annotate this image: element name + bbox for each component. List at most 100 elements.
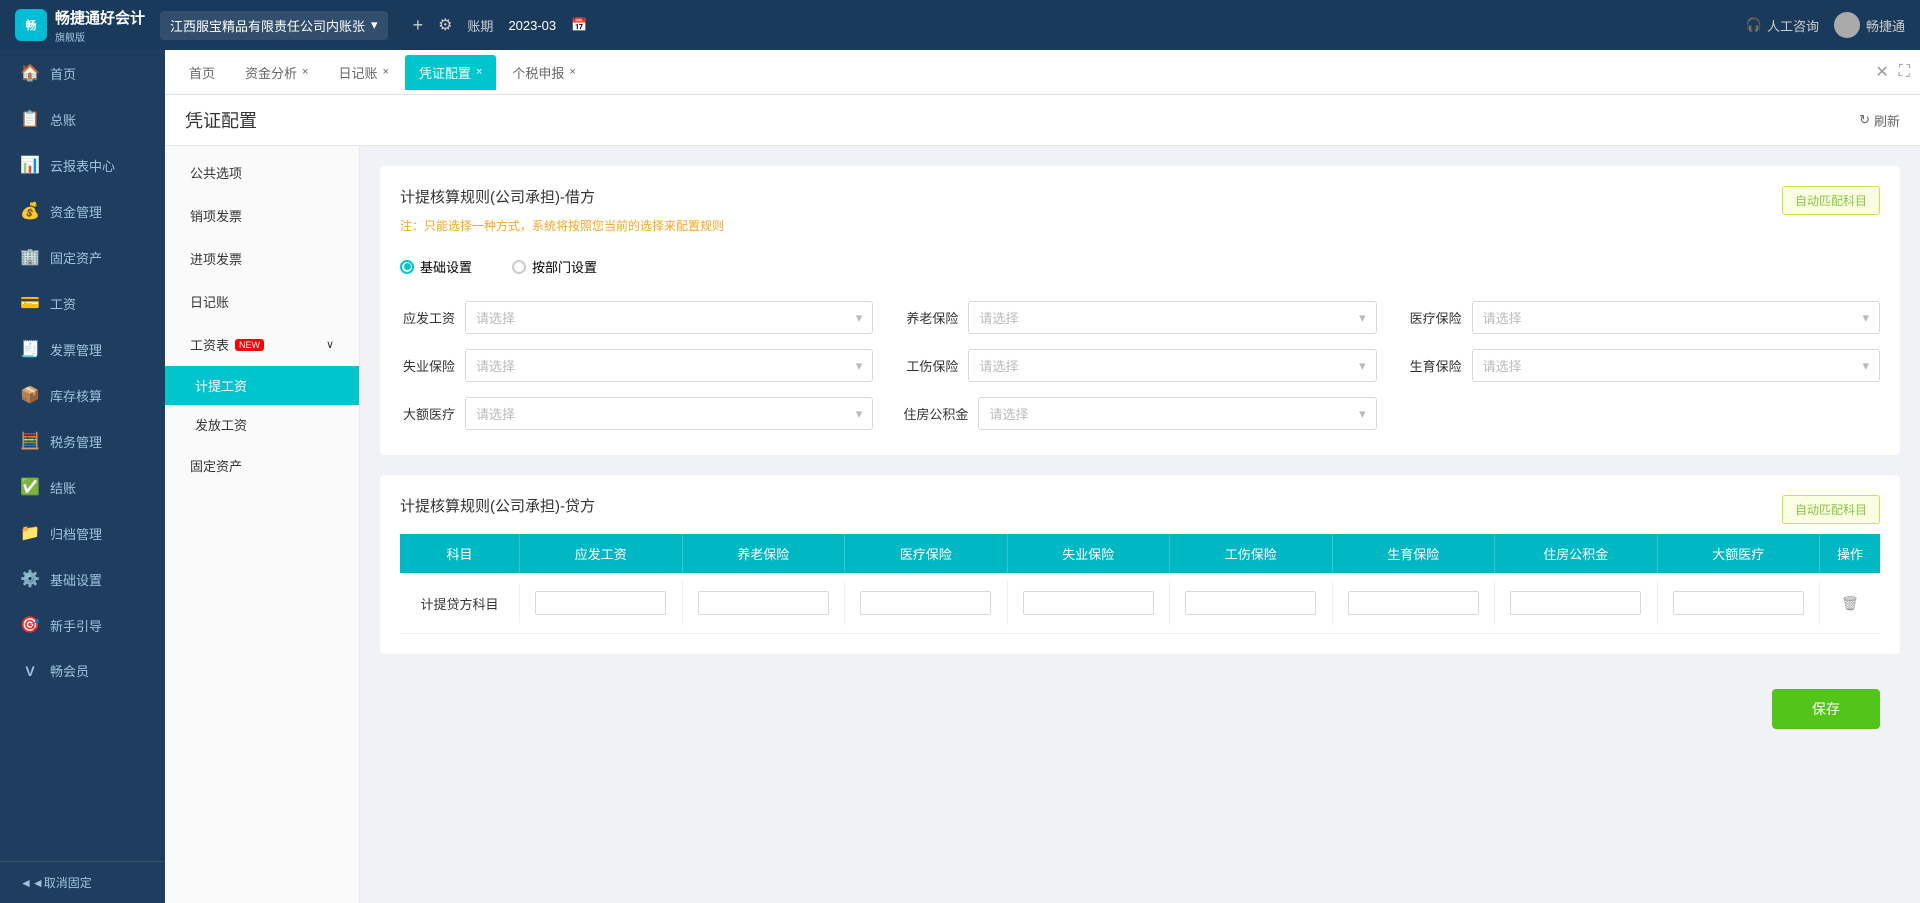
- service-button[interactable]: 🎧 人工咨询: [1746, 16, 1819, 35]
- left-nav-payroll-payment[interactable]: 发放工资: [165, 405, 359, 444]
- label-yingfa: 应发工资: [400, 308, 455, 327]
- tab-tax[interactable]: 个税申报 ×: [498, 55, 589, 90]
- sidebar-item-closing[interactable]: ✅ 结账: [0, 464, 165, 510]
- left-nav-payroll[interactable]: 工资表 NEW ∨: [165, 323, 359, 366]
- page-title: 凭证配置: [185, 107, 257, 133]
- tab-finance-analysis[interactable]: 资金分析 ×: [231, 55, 322, 90]
- add-button[interactable]: +: [413, 15, 424, 36]
- th-subject: 科目: [400, 534, 520, 573]
- sidebar-item-home[interactable]: 🏠 首页: [0, 50, 165, 96]
- label-yiliao: 医疗保险: [1407, 308, 1462, 327]
- select-gongjijin[interactable]: 请选择 ▾: [978, 397, 1376, 430]
- form-row-yanglao: 养老保险 请选择 ▾: [903, 301, 1376, 334]
- sidebar-item-tax[interactable]: 🧮 税务管理: [0, 418, 165, 464]
- input-gongshang[interactable]: [1185, 591, 1316, 615]
- sidebar-label-guide: 新手引导: [50, 616, 102, 635]
- left-nav-journal[interactable]: 日记账: [165, 280, 359, 323]
- tab-journal-close[interactable]: ×: [382, 66, 388, 78]
- select-yingfa-placeholder: 请选择: [476, 308, 515, 327]
- sidebar-label-finance: 资金管理: [50, 202, 102, 221]
- settings-nav-icon: ⚙️: [20, 569, 40, 589]
- td-yiliao-input: [845, 581, 1008, 625]
- save-button[interactable]: 保存: [1772, 689, 1880, 729]
- label-yanglao: 养老保险: [903, 308, 958, 327]
- select-gongshang[interactable]: 请选择 ▾: [968, 349, 1376, 382]
- select-shengyu[interactable]: 请选择 ▾: [1472, 349, 1880, 382]
- input-shengyu[interactable]: [1348, 591, 1479, 615]
- input-daeyiliao[interactable]: [1673, 591, 1804, 615]
- input-yingfa[interactable]: [535, 591, 666, 615]
- input-gongjijin[interactable]: [1510, 591, 1641, 615]
- sidebar-item-inventory[interactable]: 📦 库存核算: [0, 372, 165, 418]
- credit-section: 计提核算规则(公司承担)-贷方 自动匹配科目 科目 应发工资 养老保险 医疗保险…: [380, 475, 1900, 654]
- th-gongshang: 工伤保险: [1170, 534, 1333, 573]
- company-selector[interactable]: 江西服宝精品有限责任公司内账张 ▾: [160, 11, 388, 40]
- tab-home[interactable]: 首页: [175, 55, 229, 90]
- label-gongshang: 工伤保险: [903, 356, 958, 375]
- tab-voucher-config[interactable]: 凭证配置 ×: [405, 55, 496, 90]
- label-daeyiliao: 大额医疗: [400, 404, 455, 423]
- select-yingfa[interactable]: 请选择 ▾: [465, 301, 873, 334]
- td-action: 🗑: [1820, 585, 1880, 622]
- select-yiliao-placeholder: 请选择: [1483, 308, 1522, 327]
- tab-tax-label: 个税申报: [512, 63, 564, 82]
- auto-match-credit-button[interactable]: 自动匹配科目: [1782, 495, 1880, 524]
- th-gongjijin: 住房公积金: [1495, 534, 1658, 573]
- left-nav-fixed-assets[interactable]: 固定资产: [165, 444, 359, 487]
- input-yiliao[interactable]: [860, 591, 991, 615]
- delete-icon[interactable]: 🗑: [1841, 595, 1859, 611]
- chevron-yiliao-icon: ▾: [1862, 310, 1869, 326]
- auto-match-debit-button[interactable]: 自动匹配科目: [1782, 186, 1880, 215]
- tab-finance-close[interactable]: ×: [302, 66, 308, 78]
- input-shiye[interactable]: [1023, 591, 1154, 615]
- sidebar-item-vip[interactable]: V 畅会员: [0, 648, 165, 693]
- sidebar-item-finance[interactable]: 💰 资金管理: [0, 188, 165, 234]
- settings-icon[interactable]: ⚙: [438, 15, 452, 35]
- sidebar-item-settings[interactable]: ⚙️ 基础设置: [0, 556, 165, 602]
- sidebar-item-assets[interactable]: 🏢 固定资产: [0, 234, 165, 280]
- select-shiye[interactable]: 请选择 ▾: [465, 349, 873, 382]
- sidebar-item-invoice[interactable]: 🧾 发票管理: [0, 326, 165, 372]
- select-daeyiliao[interactable]: 请选择 ▾: [465, 397, 873, 430]
- logo-icon: 畅: [15, 9, 47, 41]
- credit-table: 科目 应发工资 养老保险 医疗保险 失业保险 工伤保险 生育保险 住房公积金 大…: [400, 534, 1880, 634]
- radio-group: 基础设置 按部门设置: [400, 257, 1880, 276]
- close-icon[interactable]: ✕: [1875, 62, 1888, 82]
- table-row: 计提贷方科目 🗑: [400, 573, 1880, 634]
- refresh-button[interactable]: ↻ 刷新: [1859, 111, 1900, 130]
- radio-basic-circle: [400, 260, 414, 274]
- refresh-icon: ↻: [1859, 112, 1870, 128]
- tab-voucher-close[interactable]: ×: [476, 66, 482, 78]
- new-badge: NEW: [235, 339, 264, 351]
- input-yanglao[interactable]: [698, 591, 829, 615]
- left-nav-public[interactable]: 公共选项: [165, 151, 359, 194]
- tax-icon: 🧮: [20, 431, 40, 451]
- tab-journal[interactable]: 日记账 ×: [324, 55, 402, 90]
- maximize-icon[interactable]: ⛶: [1899, 63, 1910, 81]
- tab-controls: ✕ ⛶: [1875, 62, 1910, 82]
- select-yanglao[interactable]: 请选择 ▾: [968, 301, 1376, 334]
- main-content: 计提核算规则(公司承担)-借方 注：只能选择一种方式，系统将按照您当前的选择来配…: [360, 146, 1920, 903]
- select-daeyiliao-placeholder: 请选择: [476, 404, 515, 423]
- td-shengyu-input: [1333, 581, 1496, 625]
- radio-dept[interactable]: 按部门设置: [512, 257, 597, 276]
- sidebar-item-reports[interactable]: 📊 云报表中心: [0, 142, 165, 188]
- tab-tax-close[interactable]: ×: [569, 66, 575, 78]
- select-yiliao[interactable]: 请选择 ▾: [1472, 301, 1880, 334]
- left-nav-purchase-invoice[interactable]: 进项发票: [165, 237, 359, 280]
- sidebar-item-archive[interactable]: 📁 归档管理: [0, 510, 165, 556]
- period-value: 2023-03: [508, 18, 556, 33]
- sidebar-item-salary[interactable]: 💳 工资: [0, 280, 165, 326]
- topbar-middle: + ⚙ 账期 2023-03 📅: [413, 15, 1731, 36]
- radio-basic[interactable]: 基础设置: [400, 257, 472, 276]
- left-nav-payroll-accrual[interactable]: 计提工资: [165, 366, 359, 405]
- sidebar-item-guide[interactable]: 🎯 新手引导: [0, 602, 165, 648]
- left-nav-sales-invoice[interactable]: 销项发票: [165, 194, 359, 237]
- sidebar-item-ledger[interactable]: 📋 总账: [0, 96, 165, 142]
- calendar-icon[interactable]: 📅: [571, 17, 587, 33]
- cancel-fixed-button[interactable]: ◄◄取消固定: [0, 861, 165, 903]
- label-gongjijin: 住房公积金: [903, 404, 968, 423]
- user-area[interactable]: 畅捷通: [1834, 12, 1905, 38]
- chevron-gongjijin-icon: ▾: [1359, 406, 1366, 422]
- th-daeyiliao: 大额医疗: [1658, 534, 1821, 573]
